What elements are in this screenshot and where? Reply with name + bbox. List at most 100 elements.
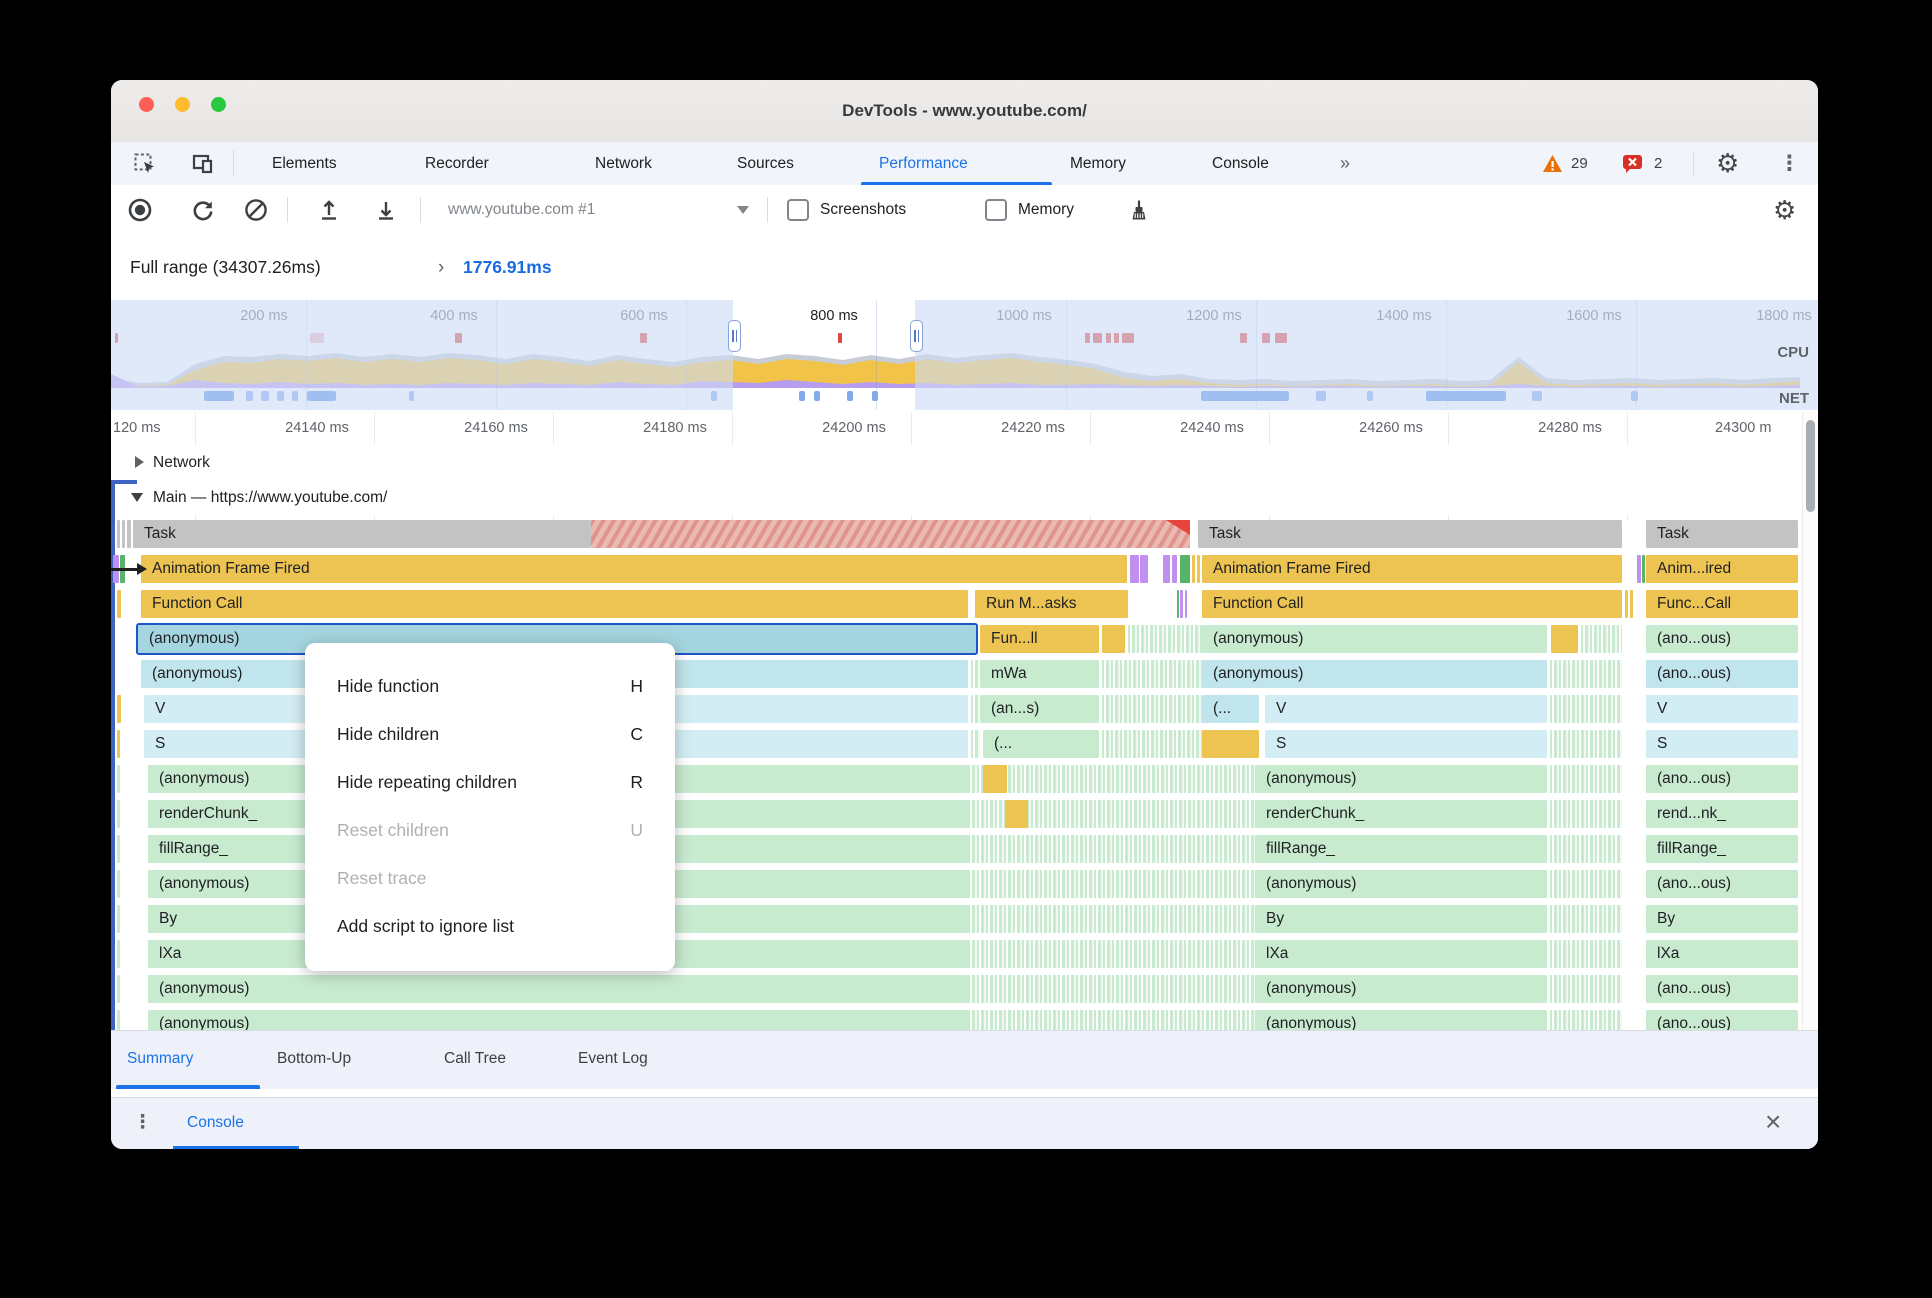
flame-segment[interactable]: (anonymous) xyxy=(148,975,968,1003)
flame-segment[interactable] xyxy=(1625,590,1628,618)
flame-segment[interactable]: (ano...ous) xyxy=(1646,870,1798,898)
flame-segment[interactable] xyxy=(1163,555,1170,583)
flame-segment[interactable]: V xyxy=(1265,695,1547,723)
flame-segment[interactable]: (anonymous) xyxy=(1255,975,1547,1003)
flame-segment[interactable]: fillRange_ xyxy=(1646,835,1798,863)
flame-segment[interactable] xyxy=(117,835,120,863)
flame-segment[interactable] xyxy=(117,975,120,1003)
flame-segment[interactable] xyxy=(1130,555,1139,583)
flame-segment[interactable] xyxy=(971,695,979,723)
flame-segment[interactable] xyxy=(117,730,120,758)
flame-segment[interactable] xyxy=(117,695,121,723)
flame-segment[interactable] xyxy=(971,660,979,688)
flame-segment[interactable]: fillRange_ xyxy=(1255,835,1547,863)
flame-segment[interactable] xyxy=(968,905,1255,933)
flame-segment[interactable]: (ano...ous) xyxy=(1646,975,1798,1003)
flame-segment[interactable] xyxy=(983,765,1007,793)
flame-segment[interactable] xyxy=(1551,625,1578,653)
flame-segment[interactable]: rend...nk_ xyxy=(1646,800,1798,828)
tab-bottom-up[interactable]: Bottom-Up xyxy=(277,1030,351,1088)
flame-segment[interactable]: Animation Frame Fired xyxy=(1202,555,1622,583)
flame-segment[interactable] xyxy=(1180,590,1183,618)
drawer-kebab-menu-icon[interactable]: ⋮ xyxy=(133,1097,152,1149)
flame-segment[interactable]: renderChunk_ xyxy=(1255,800,1547,828)
flame-segment[interactable] xyxy=(1550,940,1622,968)
flame-segment[interactable] xyxy=(1642,555,1645,583)
flame-segment[interactable] xyxy=(968,835,1255,863)
flame-segment[interactable] xyxy=(1177,590,1179,618)
flame-segment[interactable] xyxy=(1550,695,1622,723)
menu-item-hide-repeating-children[interactable]: Hide repeating children R xyxy=(305,758,675,806)
flame-segment[interactable] xyxy=(968,765,1255,793)
drawer-splitter[interactable] xyxy=(111,1089,1818,1097)
scrollbar-thumb[interactable] xyxy=(1805,420,1815,512)
flame-segment[interactable]: (anonymous) xyxy=(1202,625,1547,653)
drawer-close-icon[interactable]: × xyxy=(1765,1097,1781,1149)
flame-segment[interactable] xyxy=(1550,800,1622,828)
flame-segment[interactable] xyxy=(117,870,120,898)
flame-segment[interactable]: Func...Call xyxy=(1646,590,1798,618)
flame-segment[interactable] xyxy=(1102,730,1202,758)
flame-segment[interactable] xyxy=(117,1010,120,1030)
flame-segment[interactable] xyxy=(968,975,1255,1003)
flame-segment[interactable] xyxy=(1550,835,1622,863)
flame-segment[interactable] xyxy=(1550,905,1622,933)
flame-segment[interactable]: Fun...ll xyxy=(980,625,1099,653)
flame-segment[interactable] xyxy=(1550,730,1622,758)
flame-segment[interactable] xyxy=(1630,590,1633,618)
flame-segment[interactable]: mWa xyxy=(980,660,1099,688)
flame-segment[interactable]: (... xyxy=(1202,695,1259,723)
drawer-tab-console[interactable]: Console xyxy=(187,1097,244,1149)
flame-segment[interactable] xyxy=(1581,625,1622,653)
flame-segment[interactable]: By xyxy=(1255,905,1547,933)
flame-segment[interactable]: Task xyxy=(1646,520,1798,548)
flame-segment[interactable] xyxy=(591,520,1190,548)
tab-call-tree[interactable]: Call Tree xyxy=(444,1030,506,1088)
flame-segment[interactable]: lXa xyxy=(1255,940,1547,968)
flame-segment[interactable]: (ano...ous) xyxy=(1646,625,1798,653)
flame-segment[interactable]: (ano...ous) xyxy=(1646,1010,1798,1030)
flame-segment[interactable]: Function Call xyxy=(141,590,968,618)
flame-segment[interactable] xyxy=(117,905,120,933)
flame-segment[interactable]: S xyxy=(1265,730,1547,758)
flame-segment[interactable] xyxy=(1202,730,1259,758)
flame-segment[interactable] xyxy=(117,940,120,968)
flame-segment[interactable] xyxy=(1197,555,1200,583)
flame-segment[interactable] xyxy=(1102,625,1125,653)
flame-segment[interactable]: (ano...ous) xyxy=(1646,765,1798,793)
flame-segment[interactable]: Task xyxy=(133,520,591,548)
flame-segment[interactable] xyxy=(1102,660,1202,688)
flame-segment[interactable]: Animation Frame Fired xyxy=(141,555,1127,583)
flame-segment[interactable] xyxy=(117,590,121,618)
flame-segment[interactable] xyxy=(1172,555,1177,583)
flame-segment[interactable] xyxy=(1005,800,1028,828)
flame-segment[interactable] xyxy=(1550,660,1622,688)
flame-segment[interactable] xyxy=(1550,975,1622,1003)
menu-item-add-script-to-ignore-list[interactable]: Add script to ignore list xyxy=(305,902,675,950)
flame-segment[interactable]: By xyxy=(1646,905,1798,933)
flame-segment[interactable] xyxy=(1102,695,1202,723)
menu-item-hide-function[interactable]: Hide function H xyxy=(305,662,675,710)
flame-segment[interactable]: (anonymous) xyxy=(1255,765,1547,793)
flame-segment[interactable] xyxy=(1550,1010,1622,1030)
flame-segment[interactable]: (anonymous) xyxy=(148,1010,968,1030)
flame-segment[interactable]: (anonymous) xyxy=(1255,1010,1547,1030)
flame-segment[interactable] xyxy=(1180,555,1190,583)
flame-segment[interactable] xyxy=(1140,555,1148,583)
flame-segment[interactable] xyxy=(117,800,120,828)
flame-segment[interactable]: (anonymous) xyxy=(1202,660,1547,688)
flame-segment[interactable] xyxy=(1192,555,1195,583)
flame-segment[interactable] xyxy=(1550,870,1622,898)
flame-segment[interactable]: Task xyxy=(1198,520,1622,548)
flame-segment[interactable]: (... xyxy=(983,730,1099,758)
flame-segment[interactable]: (ano...ous) xyxy=(1646,660,1798,688)
flame-segment[interactable] xyxy=(968,870,1255,898)
flame-segment[interactable]: V xyxy=(1646,695,1798,723)
flame-segment[interactable]: Run M...asks xyxy=(975,590,1128,618)
flame-segment[interactable]: (anonymous) xyxy=(1255,870,1547,898)
flame-segment[interactable]: (an...s) xyxy=(980,695,1099,723)
flame-segment[interactable]: Anim...ired xyxy=(1646,555,1798,583)
flame-segment[interactable]: lXa xyxy=(1646,940,1798,968)
flame-segment[interactable] xyxy=(1128,625,1202,653)
flame-segment[interactable]: Function Call xyxy=(1202,590,1622,618)
